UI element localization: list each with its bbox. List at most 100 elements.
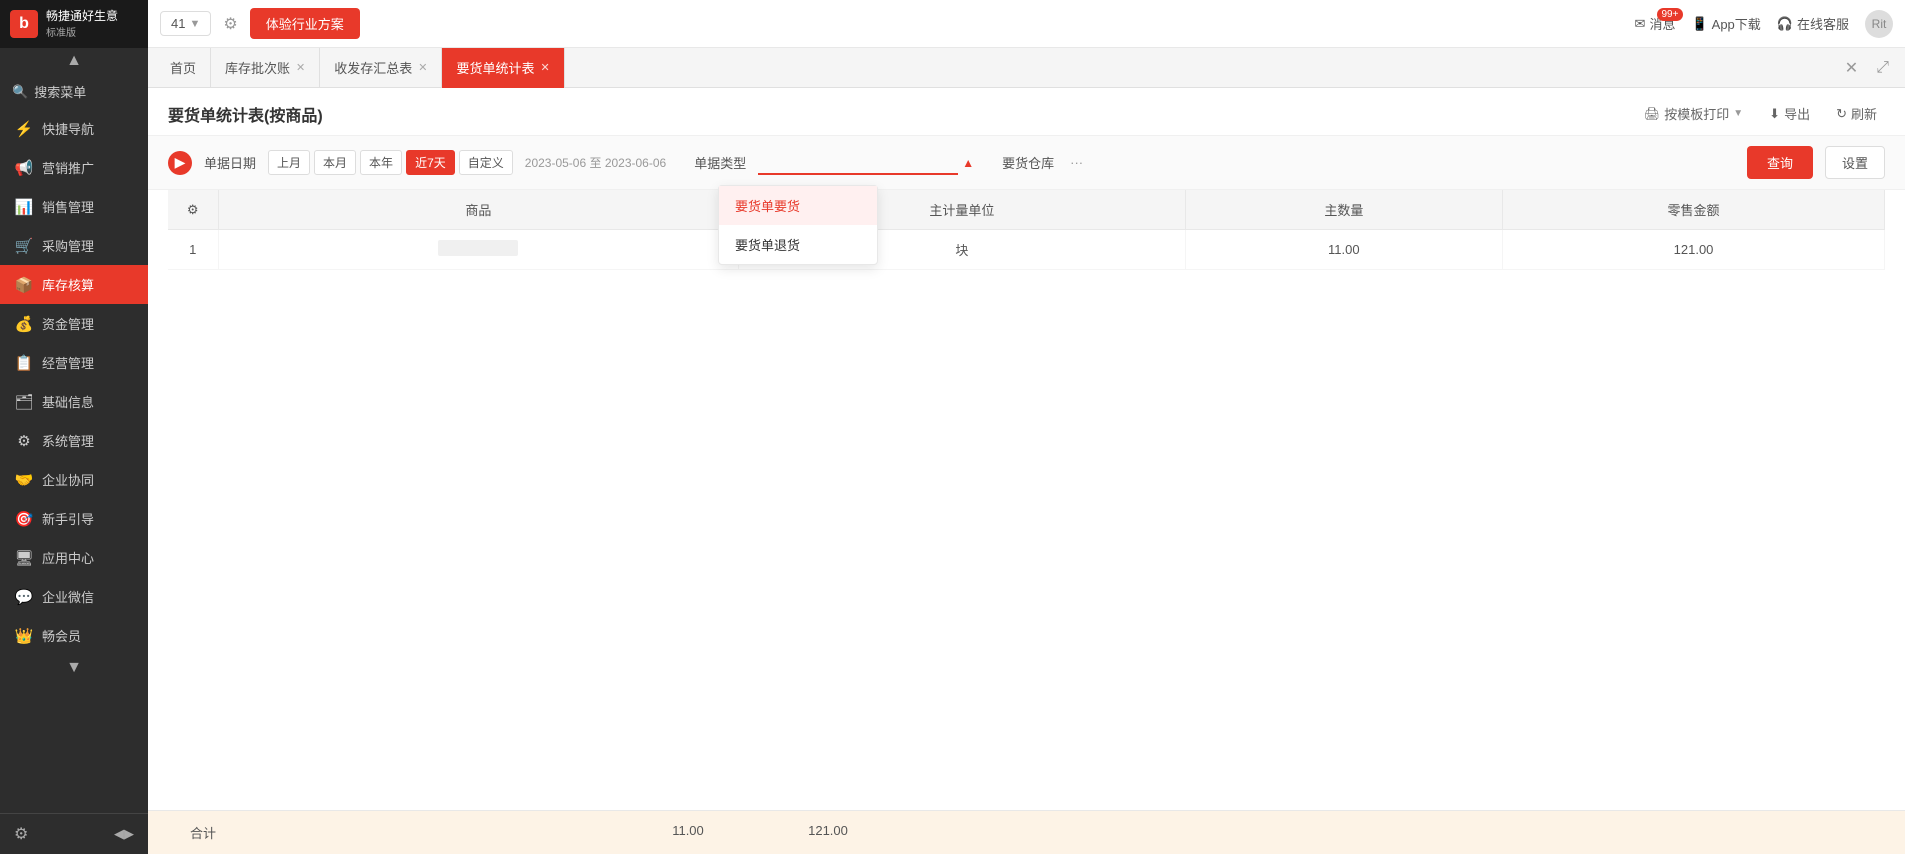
export-button[interactable]: ⬇ 导出 <box>1761 100 1818 127</box>
type-filter-input[interactable] <box>758 150 958 175</box>
tab-order-stats-close[interactable]: ✕ <box>541 61 550 74</box>
sidebar-item-finance[interactable]: 💰 资金管理 <box>0 304 148 343</box>
tab-close-all[interactable]: ✕ <box>1835 58 1868 78</box>
sidebar-item-enterprise[interactable]: 🤝 企业协同 <box>0 460 148 499</box>
sidebar-item-label: 销售管理 <box>42 197 94 216</box>
sidebar-scroll-down[interactable]: ▼ <box>0 655 148 681</box>
sidebar-item-basics[interactable]: 🗂 基础信息 <box>0 382 148 421</box>
sidebar-item-label: 新手引导 <box>42 509 94 528</box>
date-btn-custom[interactable]: 自定义 <box>459 150 513 175</box>
sidebar-item-appstore[interactable]: 🖥 应用中心 <box>0 538 148 577</box>
app-download-item[interactable]: 📱 App下载 <box>1691 14 1760 33</box>
row-amount: 121.00 <box>1503 230 1885 270</box>
refresh-label: 刷新 <box>1851 104 1877 123</box>
sidebar-item-label: 畅会员 <box>42 626 81 645</box>
user-avatar[interactable]: Rit <box>1865 10 1893 38</box>
sidebar-item-system[interactable]: ⚙ 系统管理 <box>0 421 148 460</box>
export-icon: ⬇ <box>1769 106 1780 122</box>
sidebar-item-operations[interactable]: 📋 经营管理 <box>0 343 148 382</box>
sidebar-item-sales[interactable]: 📊 销售管理 <box>0 187 148 226</box>
settings-button[interactable]: 设置 <box>1825 146 1885 179</box>
footer-qty: 11.00 <box>638 823 738 842</box>
table-container: ⚙ 商品 主计量单位 主数量 零售金额 1 块 11.00 <box>148 190 1905 810</box>
purchase-icon: 🛒 <box>14 237 34 255</box>
print-label: 按模板打印 <box>1664 104 1729 123</box>
sales-icon: 📊 <box>14 198 34 216</box>
date-btn-this-year[interactable]: 本年 <box>360 150 402 175</box>
header-right: ✉ 消息 99+ 📱 App下载 🎧 在线客服 Rit <box>1635 10 1893 38</box>
query-button[interactable]: 查询 <box>1747 146 1813 179</box>
tab-order-stats-label: 要货单统计表 <box>456 58 534 77</box>
sidebar-item-wechat[interactable]: 💬 企业微信 <box>0 577 148 616</box>
date-btn-this-month[interactable]: 本月 <box>314 150 356 175</box>
trial-button[interactable]: 体验行业方案 <box>250 8 360 39</box>
sidebar-scroll-up[interactable]: ▲ <box>0 48 148 74</box>
tab-inventory-batch-label: 库存批次账 <box>225 58 290 77</box>
sidebar-item-label: 经营管理 <box>42 353 94 372</box>
tab-receive-summary[interactable]: 收发存汇总表 ✕ <box>320 48 442 88</box>
filter-bar: ▶ 单据日期 上月 本月 本年 近7天 自定义 2023-05-06 至 202… <box>148 136 1905 190</box>
dropdown-option-order-goods[interactable]: 要货单要货 <box>719 186 877 225</box>
operations-icon: 📋 <box>14 354 34 372</box>
guide-icon: 🎯 <box>14 510 34 528</box>
sidebar-item-marketing[interactable]: 📢 营销推广 <box>0 148 148 187</box>
content-area: 要货单统计表(按商品) 🖨 按模板打印 ▼ ⬇ 导出 ↻ 刷新 ▶ <box>148 88 1905 854</box>
header-settings-icon[interactable]: ⚙ <box>219 10 241 38</box>
footer-values: 11.00 121.00 <box>418 823 878 842</box>
sidebar-item-label: 采购管理 <box>42 236 94 255</box>
basics-icon: 🗂 <box>14 393 34 411</box>
tab-order-stats[interactable]: 要货单统计表 ✕ <box>442 48 564 88</box>
sidebar-item-inventory[interactable]: 📦 库存核算 <box>0 265 148 304</box>
sidebar-item-label: 应用中心 <box>42 548 94 567</box>
col-product: 商品 <box>218 190 739 230</box>
sidebar-item-guide[interactable]: 🎯 新手引导 <box>0 499 148 538</box>
type-filter-arrow[interactable]: ▲ <box>962 156 974 170</box>
main-area: 41 ▼ ⚙ 体验行业方案 ✉ 消息 99+ 📱 App下载 🎧 在线客服 Ri… <box>148 0 1905 854</box>
online-service-item[interactable]: 🎧 在线客服 <box>1777 14 1849 33</box>
sidebar-item-label: 库存核算 <box>42 275 94 294</box>
dropdown-option-order-return[interactable]: 要货单退货 <box>719 225 877 264</box>
store-selector[interactable]: 41 ▼ <box>160 11 211 36</box>
sidebar-bottom: ⚙ ◀▶ <box>0 813 148 854</box>
wechat-icon: 💬 <box>14 588 34 606</box>
tab-receive-summary-close[interactable]: ✕ <box>418 61 427 74</box>
header-left: 41 ▼ ⚙ 体验行业方案 <box>160 8 1625 39</box>
col-qty: 主数量 <box>1185 190 1502 230</box>
messages-item[interactable]: ✉ 消息 99+ <box>1635 14 1676 33</box>
print-button[interactable]: 🖨 按模板打印 ▼ <box>1636 100 1751 127</box>
sidebar-search[interactable]: 🔍 搜索菜单 <box>0 74 148 109</box>
tab-inventory-batch-close[interactable]: ✕ <box>296 61 305 74</box>
footer-amount: 121.00 <box>778 823 878 842</box>
sidebar-item-label: 资金管理 <box>42 314 94 333</box>
footer-label: 合计 <box>168 823 218 842</box>
warehouse-filter-label: 要货仓库 <box>1002 153 1054 172</box>
tab-expand[interactable]: ⤢ <box>1868 59 1897 77</box>
sidebar-settings-icon[interactable]: ⚙ <box>14 824 28 844</box>
sidebar-item-purchase[interactable]: 🛒 采购管理 <box>0 226 148 265</box>
export-label: 导出 <box>1784 104 1810 123</box>
tab-home[interactable]: 首页 <box>156 48 211 88</box>
sidebar-toggle-icon[interactable]: ◀▶ <box>114 826 134 842</box>
store-number: 41 <box>171 16 185 31</box>
refresh-button[interactable]: ↻ 刷新 <box>1828 100 1885 127</box>
date-btn-last-7-days[interactable]: 近7天 <box>406 150 455 175</box>
sidebar-item-member[interactable]: 👑 畅会员 <box>0 616 148 655</box>
finance-icon: 💰 <box>14 315 34 333</box>
page-header: 要货单统计表(按商品) 🖨 按模板打印 ▼ ⬇ 导出 ↻ 刷新 <box>148 88 1905 136</box>
sidebar: b 畅捷通好生意 标准版 ▲ 🔍 搜索菜单 ⚡ 快捷导航 📢 营销推广 📊 销售… <box>0 0 148 854</box>
filter-expand-button[interactable]: ▶ <box>168 151 192 175</box>
warehouse-filter-dots[interactable]: ··· <box>1070 155 1083 170</box>
page-title: 要货单统计表(按商品) <box>168 102 323 126</box>
quick-nav-icon: ⚡ <box>14 120 34 138</box>
table-row: 1 块 11.00 121.00 <box>168 230 1885 270</box>
data-table: ⚙ 商品 主计量单位 主数量 零售金额 1 块 11.00 <box>168 190 1885 270</box>
message-icon: ✉ <box>1635 16 1646 32</box>
brand-sub: 标准版 <box>46 24 118 39</box>
sidebar-item-quick-nav[interactable]: ⚡ 快捷导航 <box>0 109 148 148</box>
row-product <box>218 230 739 270</box>
table-header-row: ⚙ 商品 主计量单位 主数量 零售金额 <box>168 190 1885 230</box>
type-filter-select: ▲ <box>758 150 974 175</box>
date-btn-last-month[interactable]: 上月 <box>268 150 310 175</box>
tab-inventory-batch[interactable]: 库存批次账 ✕ <box>211 48 320 88</box>
top-header: 41 ▼ ⚙ 体验行业方案 ✉ 消息 99+ 📱 App下载 🎧 在线客服 Ri… <box>148 0 1905 48</box>
